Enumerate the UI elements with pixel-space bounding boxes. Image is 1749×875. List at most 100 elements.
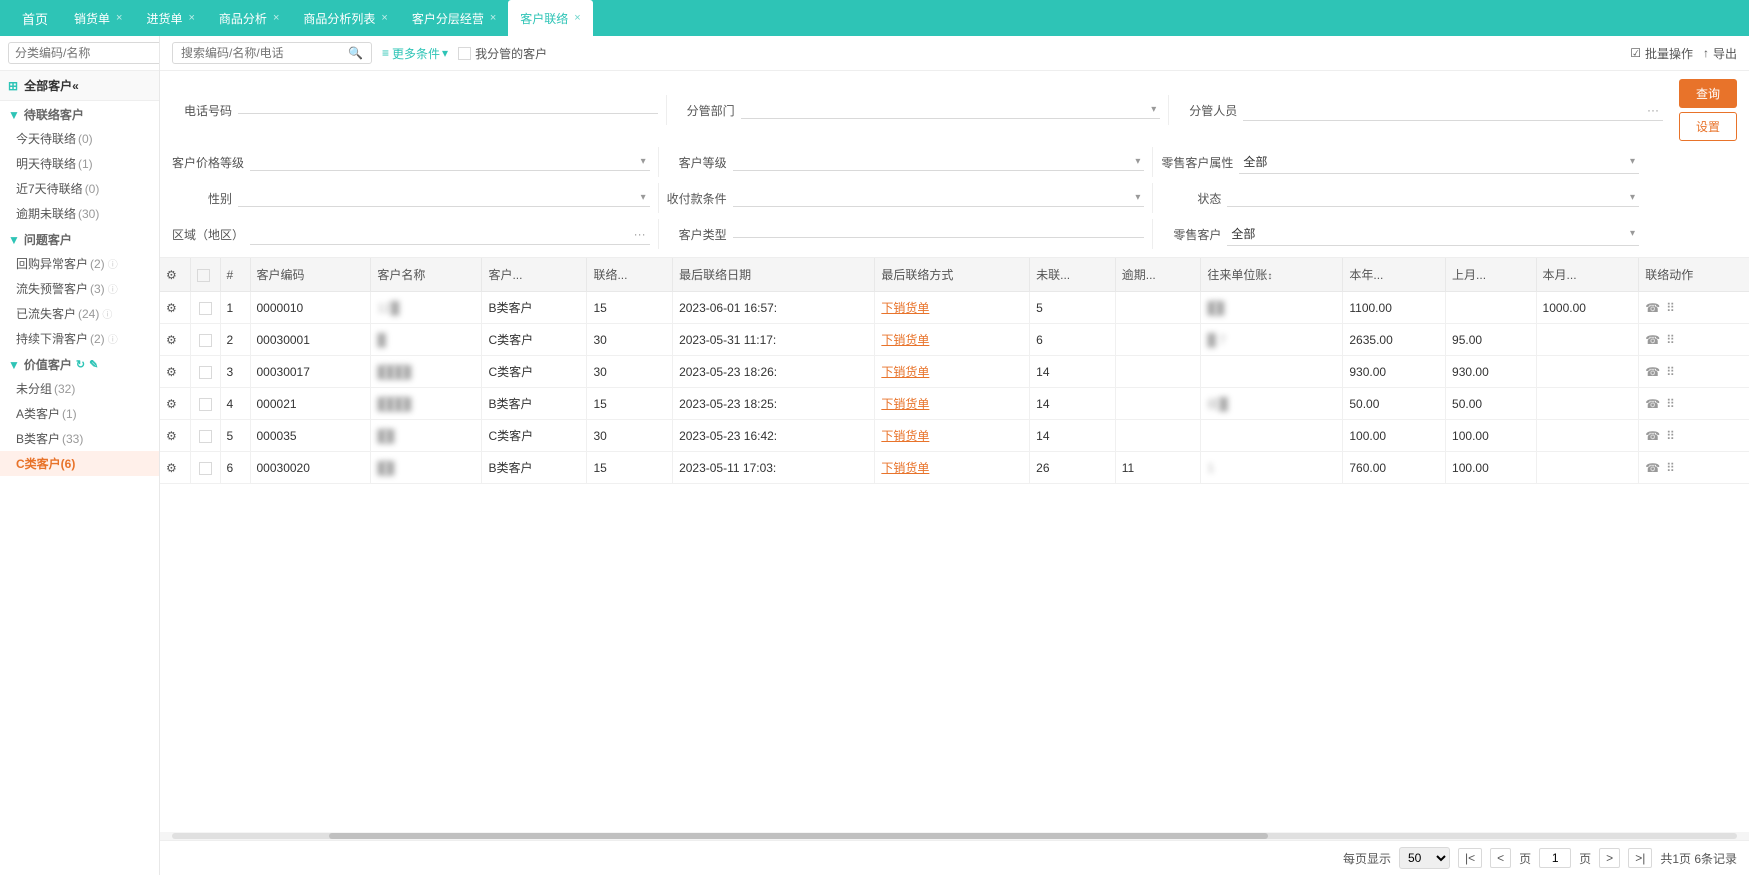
nav-tab-customer-contact-close[interactable]: ×	[574, 12, 580, 24]
edit-icon[interactable]: ✎	[89, 358, 98, 371]
action-phone-icon[interactable]: ☎	[1645, 301, 1660, 315]
refresh-icon[interactable]: ↻	[76, 358, 85, 371]
status-select[interactable]: ▾	[1227, 189, 1639, 207]
cell-last-method[interactable]: 下销货单	[875, 292, 1030, 324]
col-not-linked[interactable]: 未联...	[1030, 258, 1116, 292]
cell-settings[interactable]: ⚙	[160, 292, 190, 324]
sidebar-item-overdue[interactable]: 逾期未联络 (30)	[0, 201, 159, 226]
col-name[interactable]: 客户名称	[371, 258, 482, 292]
col-last-method[interactable]: 最后联络方式	[875, 258, 1030, 292]
nav-tab-customer-tier[interactable]: 客户分层经营 ×	[400, 0, 508, 36]
horizontal-scrollbar[interactable]	[160, 832, 1749, 840]
sidebar-item-class-c[interactable]: C类客户(6)	[0, 451, 159, 476]
row-checkbox[interactable]	[199, 430, 212, 443]
cust-level-select[interactable]: ▾	[733, 153, 1145, 171]
nav-tab-product-analysis[interactable]: 商品分析 ×	[207, 0, 291, 36]
next-page-btn[interactable]: >	[1599, 848, 1620, 868]
search-input[interactable]	[181, 46, 348, 60]
cell-last-method[interactable]: 下销货单	[875, 452, 1030, 484]
scrollbar-thumb[interactable]	[329, 833, 1268, 839]
cell-checkbox[interactable]	[190, 388, 220, 420]
sidebar-item-class-b[interactable]: B类客户 (33)	[0, 426, 159, 451]
col-checkbox[interactable]	[190, 258, 220, 292]
action-more-icon[interactable]: ⠿	[1666, 301, 1675, 315]
nav-tab-purchase[interactable]: 进货单 ×	[134, 0, 206, 36]
nav-tab-product-list[interactable]: 商品分析列表 ×	[291, 0, 399, 36]
nav-tab-product-analysis-close[interactable]: ×	[273, 12, 279, 24]
sidebar-item-declining[interactable]: 持续下滑客户 (2) ⓘ	[0, 326, 159, 351]
dept-select[interactable]: ▾	[741, 101, 1161, 119]
sidebar-group-problem[interactable]: ▼ 问题客户	[0, 226, 159, 251]
cell-settings[interactable]: ⚙	[160, 324, 190, 356]
cell-last-method[interactable]: 下销货单	[875, 420, 1030, 452]
action-phone-icon[interactable]: ☎	[1645, 461, 1660, 475]
search-icon[interactable]: 🔍	[348, 46, 363, 60]
row-checkbox[interactable]	[199, 302, 212, 315]
region-ellipsis-icon[interactable]: ···	[634, 227, 646, 241]
page-number-input[interactable]	[1539, 848, 1571, 868]
sidebar-item-churned[interactable]: 已流失客户 (24) ⓘ	[0, 301, 159, 326]
more-conditions-btn[interactable]: ≡ 更多条件 ▾	[382, 45, 448, 62]
action-phone-icon[interactable]: ☎	[1645, 397, 1660, 411]
retail-attr-select[interactable]: 全部 ▾	[1239, 150, 1639, 174]
action-more-icon[interactable]: ⠿	[1666, 333, 1675, 347]
ellipsis-icon[interactable]: ···	[1647, 103, 1659, 117]
nav-tab-sales[interactable]: 销货单 ×	[62, 0, 134, 36]
sidebar-item-tomorrow[interactable]: 明天待联络 (1)	[0, 151, 159, 176]
cell-settings[interactable]: ⚙	[160, 388, 190, 420]
col-code[interactable]: 客户编码	[250, 258, 371, 292]
col-year-total[interactable]: 本年...	[1343, 258, 1446, 292]
prev-page-btn[interactable]: <	[1490, 848, 1511, 868]
sidebar-item-today[interactable]: 今天待联络 (0)	[0, 126, 159, 151]
per-page-select[interactable]: 50 20 100	[1399, 847, 1450, 869]
col-overdue[interactable]: 逾期...	[1115, 258, 1201, 292]
phone-input[interactable]	[238, 107, 658, 114]
col-settings[interactable]: ⚙	[160, 258, 190, 292]
row-checkbox[interactable]	[199, 462, 212, 475]
my-customers-checkbox[interactable]: 我分管的客户	[458, 45, 547, 62]
row-checkbox[interactable]	[199, 398, 212, 411]
cell-last-method[interactable]: 下销货单	[875, 356, 1030, 388]
row-checkbox[interactable]	[199, 334, 212, 347]
last-page-btn[interactable]: >|	[1628, 848, 1652, 868]
action-more-icon[interactable]: ⠿	[1666, 461, 1675, 475]
action-phone-icon[interactable]: ☎	[1645, 333, 1660, 347]
col-last-date[interactable]: 最后联络日期	[673, 258, 875, 292]
sidebar-item-week[interactable]: 近7天待联络 (0)	[0, 176, 159, 201]
batch-operation-btn[interactable]: ☑ 批量操作	[1630, 45, 1693, 62]
cell-settings[interactable]: ⚙	[160, 420, 190, 452]
col-contact[interactable]: 联络...	[587, 258, 673, 292]
action-more-icon[interactable]: ⠿	[1666, 429, 1675, 443]
sidebar-item-abnormal[interactable]: 回购异常客户 (2) ⓘ	[0, 251, 159, 276]
sidebar-group-value[interactable]: ▼ 价值客户 ↻ ✎	[0, 351, 159, 376]
cust-type-select[interactable]	[733, 231, 1145, 238]
set-button[interactable]: 设置	[1679, 112, 1737, 141]
cust-value-select[interactable]: ▾	[250, 153, 650, 171]
nav-tab-customer-tier-close[interactable]: ×	[490, 12, 496, 24]
nav-tab-sales-close[interactable]: ×	[116, 12, 122, 24]
sidebar-item-class-a[interactable]: A类客户 (1)	[0, 401, 159, 426]
cell-last-method[interactable]: 下销货单	[875, 388, 1030, 420]
sidebar-group-pending[interactable]: ▼ 待联络客户	[0, 101, 159, 126]
action-phone-icon[interactable]: ☎	[1645, 429, 1660, 443]
gender-select[interactable]: ▾	[238, 189, 650, 207]
nav-home[interactable]: 首页	[8, 0, 62, 36]
cell-checkbox[interactable]	[190, 356, 220, 388]
cell-checkbox[interactable]	[190, 452, 220, 484]
manager-select[interactable]: ···	[1243, 100, 1663, 121]
cell-settings[interactable]: ⚙	[160, 356, 190, 388]
col-this-month[interactable]: 本月...	[1536, 258, 1639, 292]
export-btn[interactable]: ↑ 导出	[1703, 45, 1737, 62]
action-more-icon[interactable]: ⠿	[1666, 365, 1675, 379]
cell-settings[interactable]: ⚙	[160, 452, 190, 484]
nav-tab-purchase-close[interactable]: ×	[188, 12, 194, 24]
action-more-icon[interactable]: ⠿	[1666, 397, 1675, 411]
sidebar-search-input[interactable]	[8, 42, 160, 64]
first-page-btn[interactable]: |<	[1458, 848, 1482, 868]
col-last-month[interactable]: 上月...	[1446, 258, 1537, 292]
sidebar-item-churn-warn[interactable]: 流失预警客户 (3) ⓘ	[0, 276, 159, 301]
cell-checkbox[interactable]	[190, 324, 220, 356]
col-type[interactable]: 客户...	[482, 258, 587, 292]
nav-tab-product-list-close[interactable]: ×	[381, 12, 387, 24]
cell-checkbox[interactable]	[190, 292, 220, 324]
